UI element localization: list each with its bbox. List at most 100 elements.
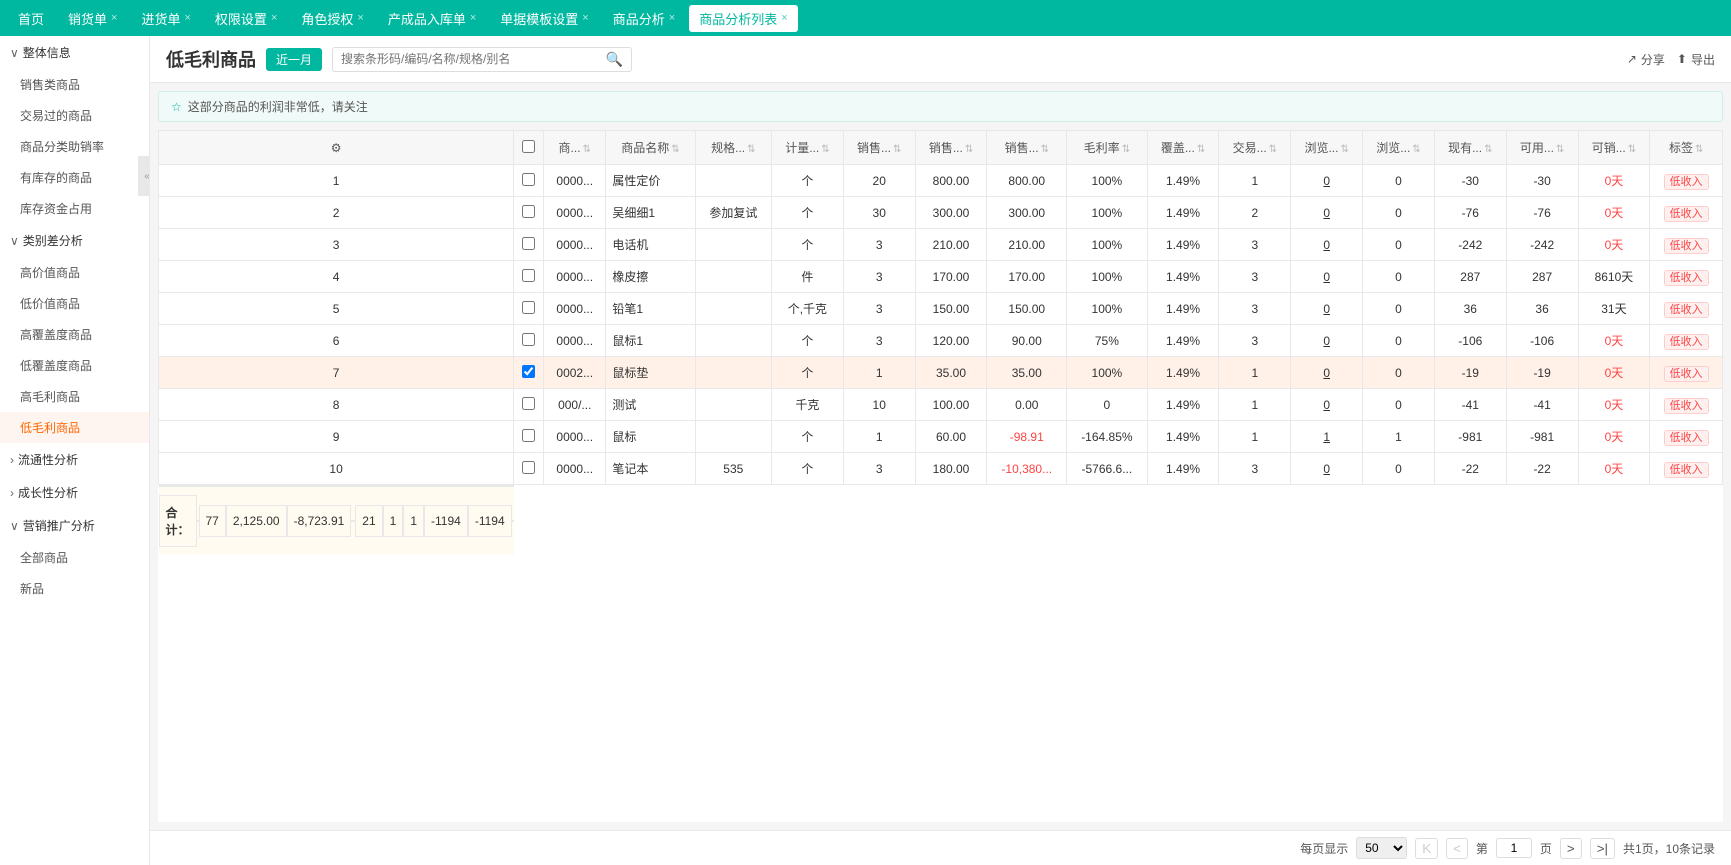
- col-tx-count[interactable]: 交易...⇅: [1219, 131, 1291, 165]
- page-input[interactable]: [1496, 838, 1532, 858]
- row-tx-count: 3: [1219, 293, 1291, 325]
- row-browse-a[interactable]: 0: [1291, 357, 1363, 389]
- nav-template[interactable]: 单据模板设置 ×: [490, 5, 598, 32]
- col-browse-b[interactable]: 浏览...⇅: [1363, 131, 1435, 165]
- row-checkbox[interactable]: [514, 261, 544, 293]
- sidebar-item-high-value[interactable]: 高价值商品: [0, 257, 149, 288]
- sidebar-section-liquidity[interactable]: › 流通性分析: [0, 443, 149, 476]
- row-checkbox[interactable]: [514, 165, 544, 197]
- row-sales-amt: 180.00: [915, 453, 987, 485]
- row-checkbox[interactable]: [514, 453, 544, 485]
- col-sales-qty[interactable]: 销售...⇅: [843, 131, 915, 165]
- sidebar-item-low-value[interactable]: 低价值商品: [0, 288, 149, 319]
- row-checkbox[interactable]: [514, 325, 544, 357]
- sidebar-item-stock-capital[interactable]: 库存资金占用: [0, 193, 149, 224]
- row-checkbox[interactable]: [514, 357, 544, 389]
- row-checkbox[interactable]: [514, 197, 544, 229]
- sidebar-item-new-products[interactable]: 新品: [0, 573, 149, 604]
- close-icon[interactable]: ×: [582, 12, 588, 24]
- close-icon[interactable]: ×: [357, 12, 363, 24]
- col-spec[interactable]: 规格...⇅: [695, 131, 771, 165]
- close-icon[interactable]: ×: [184, 12, 190, 24]
- footer-browse-a: 1: [383, 505, 404, 537]
- close-icon[interactable]: ×: [111, 12, 117, 24]
- nav-product-entry[interactable]: 产成品入库单 ×: [378, 5, 486, 32]
- footer-sales-profit: -8,723.91: [287, 505, 352, 537]
- prev-page-button[interactable]: <: [1446, 838, 1468, 859]
- row-spec: 535: [695, 453, 771, 485]
- row-browse-a[interactable]: 0: [1291, 197, 1363, 229]
- sidebar-item-category-rate[interactable]: 商品分类助销率: [0, 131, 149, 162]
- col-coverage[interactable]: 覆盖...⇅: [1147, 131, 1219, 165]
- sidebar-item-sales-products[interactable]: 销售类商品: [0, 69, 149, 100]
- row-browse-a[interactable]: 0: [1291, 389, 1363, 421]
- sidebar-item-low-coverage[interactable]: 低覆盖度商品: [0, 350, 149, 381]
- sidebar-section-overall[interactable]: ∨ 整体信息: [0, 36, 149, 69]
- sidebar-item-high-coverage[interactable]: 高覆盖度商品: [0, 319, 149, 350]
- select-all-checkbox[interactable]: [522, 140, 535, 153]
- sidebar-section-category[interactable]: ∨ 类别差分析: [0, 224, 149, 257]
- search-input[interactable]: [341, 52, 606, 66]
- row-browse-a[interactable]: 0: [1291, 261, 1363, 293]
- next-page-button[interactable]: >: [1560, 838, 1582, 859]
- close-icon[interactable]: ×: [271, 12, 277, 24]
- row-checkbox[interactable]: [514, 293, 544, 325]
- row-code: 0000...: [544, 325, 606, 357]
- row-available: -19: [1506, 357, 1578, 389]
- row-unit: 个: [771, 165, 843, 197]
- close-icon[interactable]: ×: [470, 12, 476, 24]
- col-code[interactable]: 商...⇅: [544, 131, 606, 165]
- nav-analysis-list[interactable]: 商品分析列表 ×: [689, 5, 797, 32]
- col-settings[interactable]: ⚙: [159, 131, 514, 165]
- sidebar-item-all-products[interactable]: 全部商品: [0, 542, 149, 573]
- row-name: 铅笔1: [606, 293, 695, 325]
- footer-available: -1194: [468, 505, 512, 537]
- col-saleable[interactable]: 可销...⇅: [1578, 131, 1650, 165]
- sidebar-item-low-gross[interactable]: 低毛利商品: [0, 412, 149, 443]
- close-icon[interactable]: ×: [669, 12, 675, 24]
- col-current[interactable]: 现有...⇅: [1434, 131, 1506, 165]
- col-unit[interactable]: 计量...⇅: [771, 131, 843, 165]
- row-checkbox[interactable]: [514, 421, 544, 453]
- row-checkbox[interactable]: [514, 229, 544, 261]
- nav-home[interactable]: 首页: [8, 5, 54, 32]
- filter-button[interactable]: 近一月: [266, 48, 322, 71]
- per-page-select[interactable]: 50 100 200: [1356, 837, 1407, 859]
- row-no: 7: [159, 357, 514, 389]
- row-browse-a[interactable]: 0: [1291, 453, 1363, 485]
- col-available[interactable]: 可用...⇅: [1506, 131, 1578, 165]
- last-page-button[interactable]: >|: [1590, 838, 1615, 859]
- row-browse-a[interactable]: 0: [1291, 229, 1363, 261]
- row-current: -981: [1434, 421, 1506, 453]
- share-button[interactable]: ↗ 分享: [1627, 51, 1665, 68]
- row-spec: [695, 165, 771, 197]
- sidebar-collapse-button[interactable]: «: [138, 156, 150, 196]
- first-page-button[interactable]: K: [1415, 838, 1438, 859]
- nav-role[interactable]: 角色授权 ×: [291, 5, 373, 32]
- sidebar-section-marketing[interactable]: ∨ 营销推广分析: [0, 509, 149, 542]
- sidebar-item-traded[interactable]: 交易过的商品: [0, 100, 149, 131]
- close-icon[interactable]: ×: [781, 12, 787, 24]
- col-tag[interactable]: 标签⇅: [1650, 131, 1723, 165]
- nav-permission[interactable]: 权限设置 ×: [205, 5, 287, 32]
- row-browse-a[interactable]: 0: [1291, 325, 1363, 357]
- col-name[interactable]: 商品名称⇅: [606, 131, 695, 165]
- data-table: ⚙ 商...⇅ 商品名称⇅ 规格...⇅ 计量...⇅ 销售...⇅ 销售...…: [158, 130, 1723, 555]
- row-tx-count: 1: [1219, 421, 1291, 453]
- nav-purchase[interactable]: 进货单 ×: [131, 5, 200, 32]
- row-browse-a[interactable]: 1: [1291, 421, 1363, 453]
- sidebar-item-high-gross[interactable]: 高毛利商品: [0, 381, 149, 412]
- row-checkbox[interactable]: [514, 389, 544, 421]
- nav-sales[interactable]: 销货单 ×: [58, 5, 127, 32]
- export-button[interactable]: ⬆ 导出: [1677, 51, 1715, 68]
- col-checkbox[interactable]: [514, 131, 544, 165]
- row-browse-a[interactable]: 0: [1291, 165, 1363, 197]
- col-browse-a[interactable]: 浏览...⇅: [1291, 131, 1363, 165]
- sidebar-section-growth[interactable]: › 成长性分析: [0, 476, 149, 509]
- col-sales-amt[interactable]: 销售...⇅: [915, 131, 987, 165]
- row-browse-a[interactable]: 0: [1291, 293, 1363, 325]
- col-sales-profit[interactable]: 销售...⇅: [987, 131, 1067, 165]
- col-gross-rate[interactable]: 毛利率⇅: [1067, 131, 1148, 165]
- sidebar-item-in-stock[interactable]: 有库存的商品: [0, 162, 149, 193]
- nav-analysis[interactable]: 商品分析 ×: [603, 5, 685, 32]
